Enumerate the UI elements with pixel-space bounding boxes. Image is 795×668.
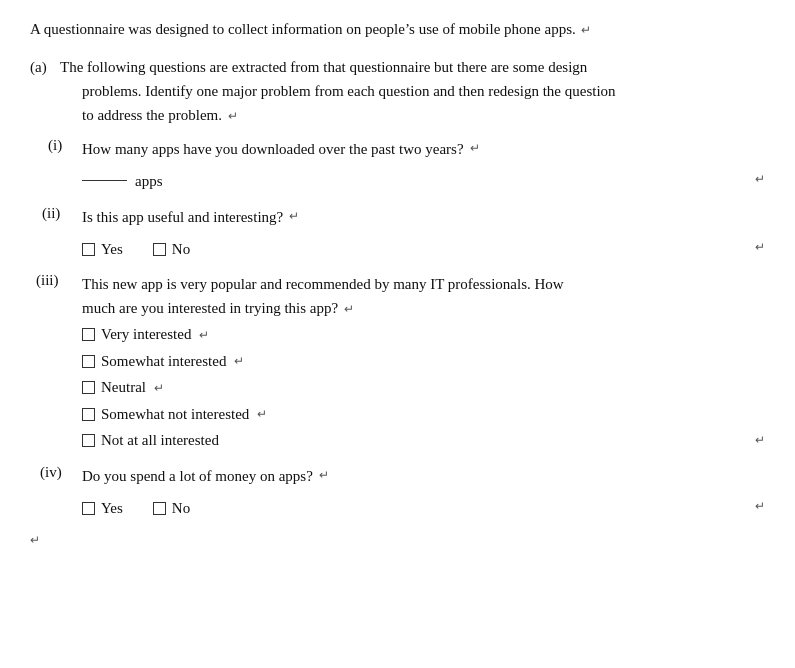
- intro-return: ↵: [581, 23, 591, 37]
- q-iii-opt1-checkbox: [82, 328, 95, 341]
- q-iii-opt5-return: ↵: [755, 433, 765, 448]
- q-i-text: How many apps have you downloaded over t…: [82, 137, 765, 161]
- q-ii-no-checkbox: [153, 243, 166, 256]
- q-iii-opt2-return: ↵: [234, 351, 244, 371]
- section-a-line2: problems. Identify one major problem fro…: [60, 79, 616, 103]
- question-i: (i) How many apps have you downloaded ov…: [30, 137, 765, 195]
- q-i-answer-row: apps ↵: [82, 165, 765, 195]
- q-iii-opt5: Not at all interested: [82, 428, 219, 454]
- q-iii-content: This new app is very popular and recomme…: [82, 272, 765, 454]
- q-iii-opt1-label: Very interested: [101, 322, 191, 348]
- q-iv-content: Do you spend a lot of money on apps? ↵ Y…: [82, 464, 765, 522]
- q-iv-yes-option: Yes: [82, 496, 123, 522]
- q-iv-no-checkbox: [153, 502, 166, 515]
- question-iv: (iv) Do you spend a lot of money on apps…: [30, 464, 765, 522]
- q-iv-no-option: No: [153, 496, 190, 522]
- q-iii-opt2-checkbox: [82, 355, 95, 368]
- q-ii-answer-return: ↵: [755, 240, 765, 255]
- q-i-content: How many apps have you downloaded over t…: [82, 137, 765, 195]
- q-iii-label: (iii): [30, 272, 72, 454]
- q-iii-opt5-row: Not at all interested ↵: [82, 428, 765, 454]
- q-iv-yes-checkbox: [82, 502, 95, 515]
- q-iv-answer-row: Yes No ↵: [82, 492, 765, 522]
- q-ii-label: (ii): [30, 205, 72, 263]
- q-iv-no-label: No: [172, 496, 190, 522]
- section-a-label: (a): [30, 55, 54, 127]
- q-ii-answer-row: Yes No ↵: [82, 233, 765, 263]
- q-iii-opt4-label: Somewhat not interested: [101, 402, 249, 428]
- q-iii-text2: much are you interested in trying this a…: [82, 296, 765, 320]
- section-a: (a) The following questions are extracte…: [30, 55, 765, 522]
- q-i-blank: [82, 180, 127, 181]
- q-iii-opt2-label: Somewhat interested: [101, 349, 226, 375]
- q-iv-yes-label: Yes: [101, 496, 123, 522]
- q-ii-options: Yes No: [82, 237, 190, 263]
- q-i-answer: apps: [82, 169, 163, 193]
- q-ii-content: Is this app useful and interesting? ↵ Ye…: [82, 205, 765, 263]
- q-iii-opt3-checkbox: [82, 381, 95, 394]
- section-a-description: The following questions are extracted fr…: [60, 55, 616, 127]
- q-iii-opt4-return: ↵: [257, 404, 267, 424]
- q-iii-opt1-return: ↵: [199, 325, 209, 345]
- q-iii-text: This new app is very popular and recomme…: [82, 272, 765, 296]
- q-i-answer-return: ↵: [755, 172, 765, 187]
- q-iii-opt5-checkbox: [82, 434, 95, 447]
- section-a-line3: to address the problem. ↵: [60, 103, 616, 127]
- section-a-line1: The following questions are extracted fr…: [60, 55, 616, 79]
- q-i-apps-label: apps: [135, 169, 163, 193]
- q-ii-no-option: No: [153, 237, 190, 263]
- q-iv-options: Yes No: [82, 496, 190, 522]
- q-iv-label: (iv): [30, 464, 72, 522]
- q-iv-text: Do you spend a lot of money on apps? ↵: [82, 464, 765, 488]
- intro-text: A questionnaire was designed to collect …: [30, 21, 576, 37]
- section-a-return: ↵: [228, 109, 238, 123]
- q-iii-opt3: Neutral ↵: [82, 375, 765, 401]
- q-iii-return: ↵: [344, 302, 354, 316]
- q-iii-opt3-return: ↵: [154, 378, 164, 398]
- q-i-label: (i): [30, 137, 72, 195]
- q-ii-no-label: No: [172, 237, 190, 263]
- intro-paragraph: A questionnaire was designed to collect …: [30, 18, 765, 41]
- question-ii: (ii) Is this app useful and interesting?…: [30, 205, 765, 263]
- bottom-return: ↵: [30, 533, 765, 548]
- q-iii-opt5-label: Not at all interested: [101, 428, 219, 454]
- q-ii-yes-option: Yes: [82, 237, 123, 263]
- q-iii-opt3-label: Neutral: [101, 375, 146, 401]
- q-iii-opt4-checkbox: [82, 408, 95, 421]
- section-a-header: (a) The following questions are extracte…: [30, 55, 765, 127]
- q-iii-opt2: Somewhat interested ↵: [82, 349, 765, 375]
- q-iii-options: Very interested ↵ Somewhat interested ↵ …: [82, 322, 765, 454]
- q-ii-yes-checkbox: [82, 243, 95, 256]
- q-ii-return: ↵: [289, 207, 299, 226]
- q-iv-answer-return: ↵: [755, 499, 765, 514]
- q-iv-return: ↵: [319, 466, 329, 485]
- question-iii: (iii) This new app is very popular and r…: [30, 272, 765, 454]
- q-ii-text: Is this app useful and interesting? ↵: [82, 205, 765, 229]
- q-iii-opt1: Very interested ↵: [82, 322, 765, 348]
- q-iii-opt4: Somewhat not interested ↵: [82, 402, 765, 428]
- q-ii-yes-label: Yes: [101, 237, 123, 263]
- q-i-return: ↵: [470, 139, 480, 158]
